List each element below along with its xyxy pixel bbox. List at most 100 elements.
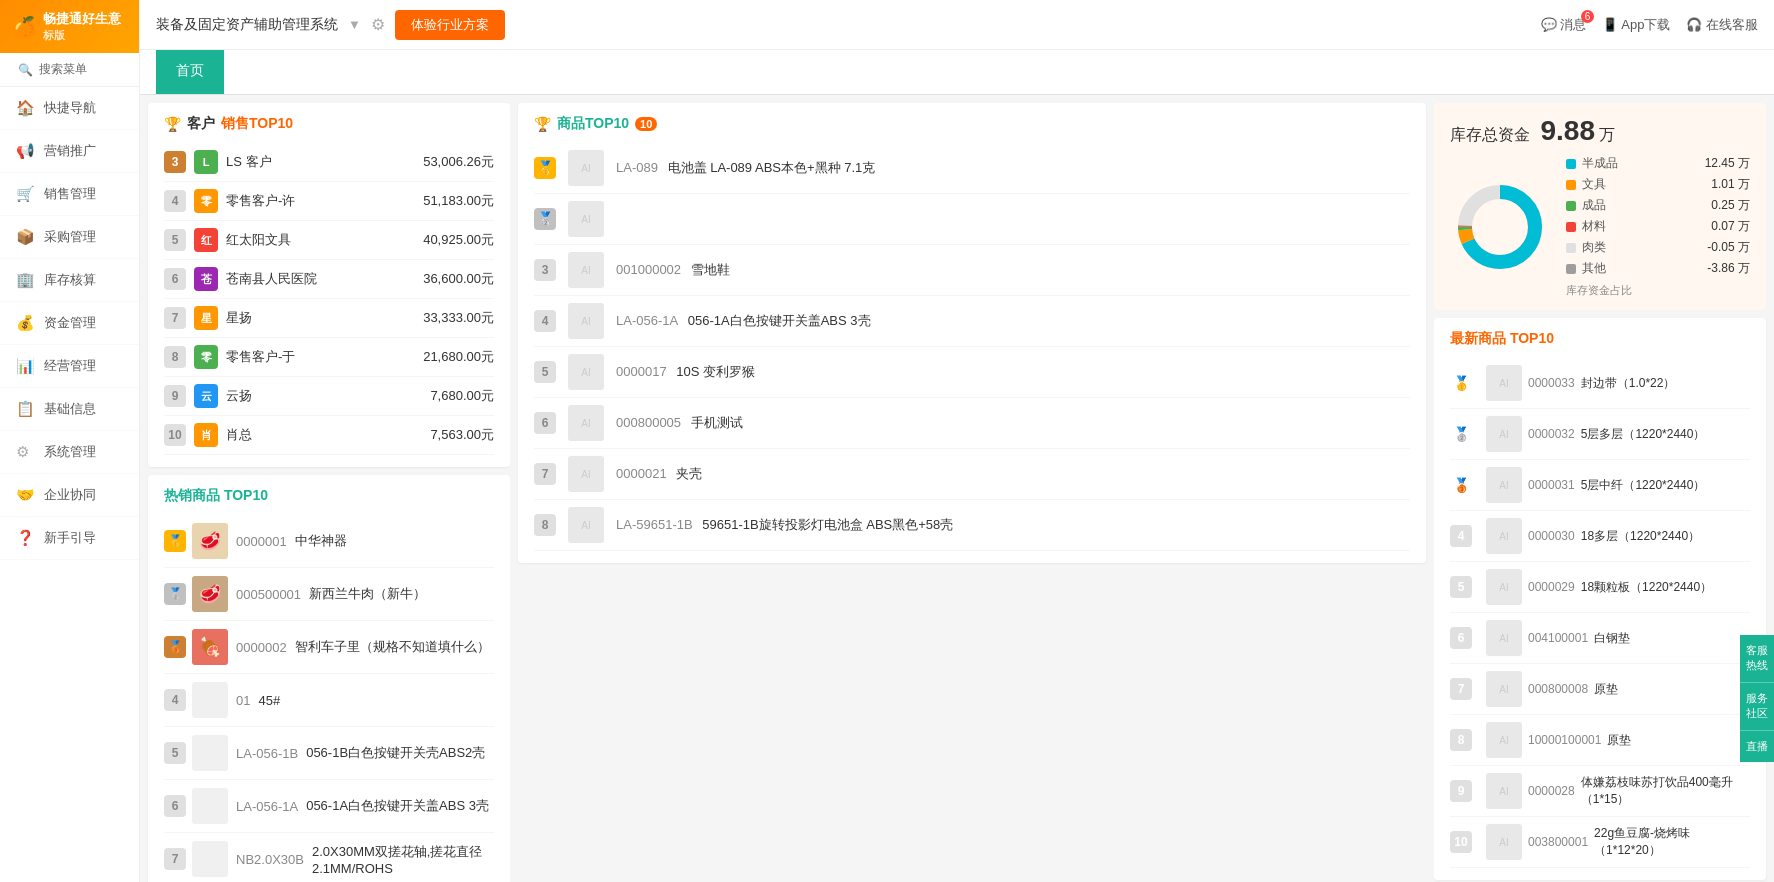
inventory-icon: 🏢 [16,271,36,289]
header-right: 💬 消息 6 📱 App下载 🎧 在线客服 [1541,16,1758,34]
legend-dot [1566,201,1576,211]
customer-avatar-2: 零 [194,189,218,213]
sidebar-item-basics[interactable]: 📋 基础信息 [0,388,139,431]
rank-num-5: 5 [164,229,186,251]
rank-num-8: 8 [164,346,186,368]
list-item: 🥈 AI [534,194,1410,245]
customer-avatar-1: L [194,150,218,174]
settings-icon[interactable]: ⚙ [371,15,385,34]
rank-bronze-icon: 🥉 [164,636,186,658]
sidebar-item-sales[interactable]: 🛒 销售管理 [0,173,139,216]
product-image-4 [192,682,228,718]
sidebar-item-purchase[interactable]: 📦 采购管理 [0,216,139,259]
inventory-legend: 半成品 12.45 万 文具 1.01 万 成品 0.25 万 材料 0.07 … [1566,155,1750,298]
newest-rank-9: 9 [1450,780,1472,802]
recent-prod-img-3: AI [568,252,604,288]
tab-home[interactable]: 首页 [156,50,224,94]
rank-num-4: 4 [164,190,186,212]
rank-7: 7 [164,848,186,870]
sidebar-item-inventory[interactable]: 🏢 库存核算 [0,259,139,302]
inventory-box: 库存总资金 9.88 万 [1434,103,1766,310]
legend-items: 半成品 12.45 万 文具 1.01 万 成品 0.25 万 材料 0.07 … [1566,155,1750,277]
recent-prod-img-4: AI [568,303,604,339]
legend-name: 半成品 [1582,155,1705,172]
main-nav: 🏠 快捷导航 📢 营销推广 🛒 销售管理 📦 采购管理 🏢 库存核算 💰 资金管… [0,87,139,882]
newest-products-box: 最新商品 TOP10 🥇 AI 0000033 封边带（1.0*22） 🥈 AI… [1434,318,1766,880]
newest-prod-name: 封边带（1.0*22） [1581,375,1750,392]
recent-rank-7: 7 [534,463,556,485]
notification-area[interactable]: 💬 消息 6 [1541,16,1587,34]
recent-rank-4: 4 [534,310,556,332]
newest-prod-img: AI [1486,569,1522,605]
legend-name: 文具 [1582,176,1711,193]
list-item: 4 AI LA-056-1A 056-1A白色按键开关盖ABS 3壳 [534,296,1410,347]
list-item: 5 AI 0000017 10S 变利罗猴 [534,347,1410,398]
rank-gold-icon: 🥇 [164,530,186,552]
recent-prod-img-7: AI [568,456,604,492]
newest-prod-name: 原垫 [1594,681,1750,698]
legend-value: 1.01 万 [1711,176,1750,193]
recent-rank-2: 🥈 [534,208,556,230]
newest-prod-name: 18多层（1220*2440） [1581,528,1750,545]
home-icon: 🏠 [16,99,36,117]
recent-rank-3: 3 [534,259,556,281]
notification-badge: 6 [1581,10,1595,23]
rank-num-7: 7 [164,307,186,329]
main-content: 首页 🏆 客户 销售TOP10 3 L LS 客户 53,006.26元 [140,50,1774,882]
newest-products-title: 最新商品 TOP10 [1450,330,1750,348]
list-item: 5 红 红太阳文具 40,925.00元 [164,221,494,260]
recent-prod-img-1: AI [568,150,604,186]
search-menu[interactable]: 🔍 搜索菜单 [0,53,139,87]
recent-prod-img-6: AI [568,405,604,441]
newest-prod-img: AI [1486,773,1522,809]
sidebar-item-system[interactable]: ⚙ 系统管理 [0,431,139,474]
sidebar-item-marketing[interactable]: 📢 营销推广 [0,130,139,173]
system-title: 装备及固定资产辅助管理系统 [156,16,338,34]
sidebar-item-enterprise[interactable]: 🤝 企业协同 [0,474,139,517]
sidebar-item-finance[interactable]: 💰 资金管理 [0,302,139,345]
float-customer-service[interactable]: 客服热线 [1740,635,1774,683]
recent-rank-8: 8 [534,514,556,536]
rank-6: 6 [164,795,186,817]
recent-rank-6: 6 [534,412,556,434]
float-live[interactable]: 直播 [1740,731,1774,762]
newest-prod-code: 0000030 [1528,529,1575,543]
sidebar-item-guide[interactable]: ❓ 新手引导 [0,517,139,560]
customer-avatar-3: 红 [194,228,218,252]
app-version: 标版 [43,28,121,43]
list-item: 6 苍 苍南县人民医院 36,600.00元 [164,260,494,299]
list-item: 3 L LS 客户 53,006.26元 [164,143,494,182]
list-item: 5 LA-056-1B 056-1B白色按键开关壳ABS2壳 [164,727,494,780]
newest-prod-img: AI [1486,518,1522,554]
newest-prod-img: AI [1486,671,1522,707]
sidebar-item-operations[interactable]: 📊 经营管理 [0,345,139,388]
hot-products-title: 热销商品 TOP10 [164,487,494,505]
guide-icon: ❓ [16,529,36,547]
product-image-2: 🥩 [192,576,228,612]
newest-prod-name: 5层中纤（1220*2440） [1581,477,1750,494]
customer-section-title: 🏆 客户 销售TOP10 [164,115,494,133]
list-item: 10 肖 肖总 7,563.00元 [164,416,494,455]
customer-avatar-7: 云 [194,384,218,408]
legend-name: 肉类 [1582,239,1707,256]
online-service[interactable]: 🎧 在线客服 [1686,16,1758,34]
list-item: 7 星 星扬 33,333.00元 [164,299,494,338]
top10-badge: 10 [635,117,657,131]
sidebar-item-shortcut[interactable]: 🏠 快捷导航 [0,87,139,130]
rank-num-10: 10 [164,424,186,446]
customer-avatar-8: 肖 [194,423,218,447]
newest-prod-img: AI [1486,824,1522,860]
legend-value: -0.05 万 [1707,239,1750,256]
newest-rank-6: 6 [1450,627,1472,649]
app-name: 畅捷通好生意 [43,10,121,28]
notification-icon: 💬 [1541,17,1557,32]
dropdown-arrow[interactable]: ▼ [348,17,361,32]
list-item: 9 云 云扬 7,680.00元 [164,377,494,416]
trial-button[interactable]: 体验行业方案 [395,10,505,40]
list-item: 4 零 零售客户-许 51,183.00元 [164,182,494,221]
float-community[interactable]: 服务社区 [1740,683,1774,731]
customer-top10-box: 🏆 客户 销售TOP10 3 L LS 客户 53,006.26元 4 零 零售… [148,103,510,467]
newest-prod-img: AI [1486,365,1522,401]
app-download[interactable]: 📱 App下载 [1602,16,1670,34]
legend-item: 肉类 -0.05 万 [1566,239,1750,256]
